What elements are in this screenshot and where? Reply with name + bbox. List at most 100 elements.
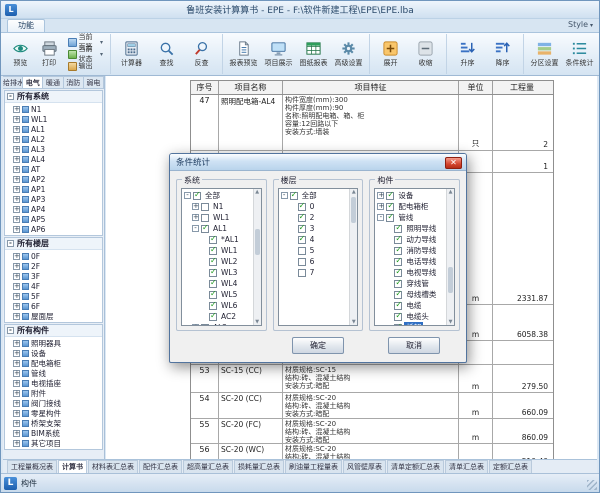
tree-item[interactable]: AP1 <box>5 184 102 194</box>
checkbox-tree-row[interactable]: 照明导线 <box>375 223 445 234</box>
expander-icon[interactable] <box>200 313 207 320</box>
expand-button[interactable]: 展开 <box>373 34 408 74</box>
sheet-tab[interactable]: 清单定额汇总表 <box>387 460 444 473</box>
checkbox[interactable] <box>386 203 394 211</box>
tree-item[interactable]: 零星构件 <box>5 408 102 418</box>
checkbox[interactable] <box>394 258 402 266</box>
checkbox-tree-row[interactable]: 5 <box>279 245 349 256</box>
expander-icon[interactable] <box>385 225 392 232</box>
checkbox-tree-row[interactable]: + WL1 <box>182 212 252 223</box>
expander-icon[interactable] <box>13 390 20 397</box>
output-button[interactable]: 输出 <box>66 61 105 72</box>
checkbox-tree-row[interactable]: WL5 <box>182 289 252 300</box>
checkbox[interactable] <box>298 214 306 222</box>
expander-icon[interactable] <box>289 203 296 210</box>
components-panel-header[interactable]: 所有构件 <box>5 325 102 337</box>
expander-icon[interactable] <box>13 293 20 300</box>
checkbox-tree-row[interactable]: - 管线 <box>375 212 445 223</box>
sort-descending-button[interactable]: 降序 <box>485 34 520 74</box>
checkbox[interactable] <box>298 203 306 211</box>
expander-icon[interactable] <box>385 324 392 326</box>
sheet-tab[interactable]: 风管壁厚表 <box>343 460 386 473</box>
checkbox[interactable] <box>386 192 394 200</box>
tree-item[interactable]: BIM系统 <box>5 428 102 438</box>
discipline-tab[interactable]: 消防 <box>64 76 84 89</box>
tab-function[interactable]: 功能 <box>7 19 45 32</box>
checkbox-tree-row[interactable]: + N1 <box>182 201 252 212</box>
expander-icon[interactable] <box>13 420 20 427</box>
current-state-dropdown[interactable]: 当前状态 ▾ <box>66 49 105 60</box>
checkbox[interactable] <box>394 236 402 244</box>
tree-item[interactable]: 2F <box>5 261 102 271</box>
expander-icon[interactable] <box>13 350 20 357</box>
checkbox[interactable] <box>209 269 217 277</box>
floors-panel-header[interactable]: 所有楼层 <box>5 238 102 250</box>
expander-icon[interactable] <box>13 196 20 203</box>
checkbox-tree-row[interactable]: 0 <box>279 201 349 212</box>
expander-icon[interactable] <box>200 236 207 243</box>
expander-icon[interactable] <box>385 258 392 265</box>
scrollbar[interactable] <box>349 189 357 325</box>
tree-item[interactable]: 0F <box>5 251 102 261</box>
systems-panel-header[interactable]: 所有系统 <box>5 91 102 103</box>
title-bar[interactable]: L 鲁班安装计算算书 - EPE - F:\软件新建工程\EPE\EPE.lba <box>1 1 599 19</box>
expander-icon[interactable]: + <box>192 203 199 210</box>
expander-icon[interactable] <box>13 283 20 290</box>
expander-icon[interactable] <box>13 253 20 260</box>
expander-icon[interactable] <box>13 156 20 163</box>
checkbox[interactable] <box>209 280 217 288</box>
expander-icon[interactable] <box>385 313 392 320</box>
sheet-tab[interactable]: 损耗量汇总表 <box>234 460 284 473</box>
expander-icon[interactable] <box>13 410 20 417</box>
checkbox-tree-row[interactable]: WL4 <box>182 278 252 289</box>
checkbox[interactable] <box>298 225 306 233</box>
table-row[interactable]: 47 照明配电箱-AL4 构件宽度(mm):300构件厚度(mm):90名称:照… <box>191 95 553 151</box>
checkbox[interactable] <box>209 236 217 244</box>
checkbox-tree-row[interactable]: - 全部 <box>182 190 252 201</box>
expander-icon[interactable] <box>13 430 20 437</box>
preview-button[interactable]: 预览 <box>6 34 35 74</box>
expander-icon[interactable] <box>13 216 20 223</box>
resize-grip[interactable] <box>587 480 597 490</box>
checkbox[interactable] <box>201 203 209 211</box>
checkbox-tree-row[interactable]: 6 <box>279 256 349 267</box>
tree-item[interactable]: 3F <box>5 271 102 281</box>
checkbox[interactable] <box>394 324 402 327</box>
tree-item[interactable]: AL4 <box>5 154 102 164</box>
tree-item[interactable]: AP3 <box>5 194 102 204</box>
checkbox[interactable] <box>201 324 209 327</box>
checkbox-tree-row[interactable]: + AL2 <box>182 322 252 326</box>
expander-icon[interactable] <box>385 302 392 309</box>
tree-item[interactable]: AL3 <box>5 144 102 154</box>
checkbox-tree-row[interactable]: 桥架 <box>375 322 445 326</box>
collapse-icon[interactable] <box>7 327 14 334</box>
checkbox[interactable] <box>209 247 217 255</box>
expander-icon[interactable] <box>13 263 20 270</box>
expander-icon[interactable] <box>200 247 207 254</box>
report-preview-button[interactable]: 报表预览 <box>226 34 261 74</box>
checkbox[interactable] <box>298 247 306 255</box>
checkbox-tree-row[interactable]: 电话导线 <box>375 256 445 267</box>
expander-icon[interactable] <box>200 291 207 298</box>
expander-icon[interactable]: - <box>281 192 288 199</box>
checkbox-tree-row[interactable]: 穿线管 <box>375 278 445 289</box>
expander-icon[interactable] <box>13 166 20 173</box>
scrollbar-thumb[interactable] <box>448 267 453 293</box>
discipline-tab[interactable]: 电气 <box>23 76 43 89</box>
discipline-tab[interactable]: 给排水 <box>3 76 23 89</box>
checkbox[interactable] <box>201 225 209 233</box>
sheet-tab[interactable]: 工程量概况表 <box>7 460 57 473</box>
checkbox[interactable] <box>201 214 209 222</box>
checkbox[interactable] <box>290 192 298 200</box>
sheet-tab[interactable]: 计算书 <box>58 460 87 473</box>
tree-item[interactable]: 附件 <box>5 388 102 398</box>
dialog-title-bar[interactable]: 条件统计 <box>170 154 466 171</box>
expander-icon[interactable]: + <box>377 203 384 210</box>
checkbox-tree-row[interactable]: 电缆 <box>375 300 445 311</box>
expander-icon[interactable] <box>13 303 20 310</box>
checkbox-tree-row[interactable]: WL6 <box>182 300 252 311</box>
sheet-tab[interactable]: 清单汇总表 <box>445 460 488 473</box>
checkbox-tree-row[interactable]: 2 <box>279 212 349 223</box>
tree-item[interactable]: 设备 <box>5 348 102 358</box>
checkbox[interactable] <box>298 269 306 277</box>
